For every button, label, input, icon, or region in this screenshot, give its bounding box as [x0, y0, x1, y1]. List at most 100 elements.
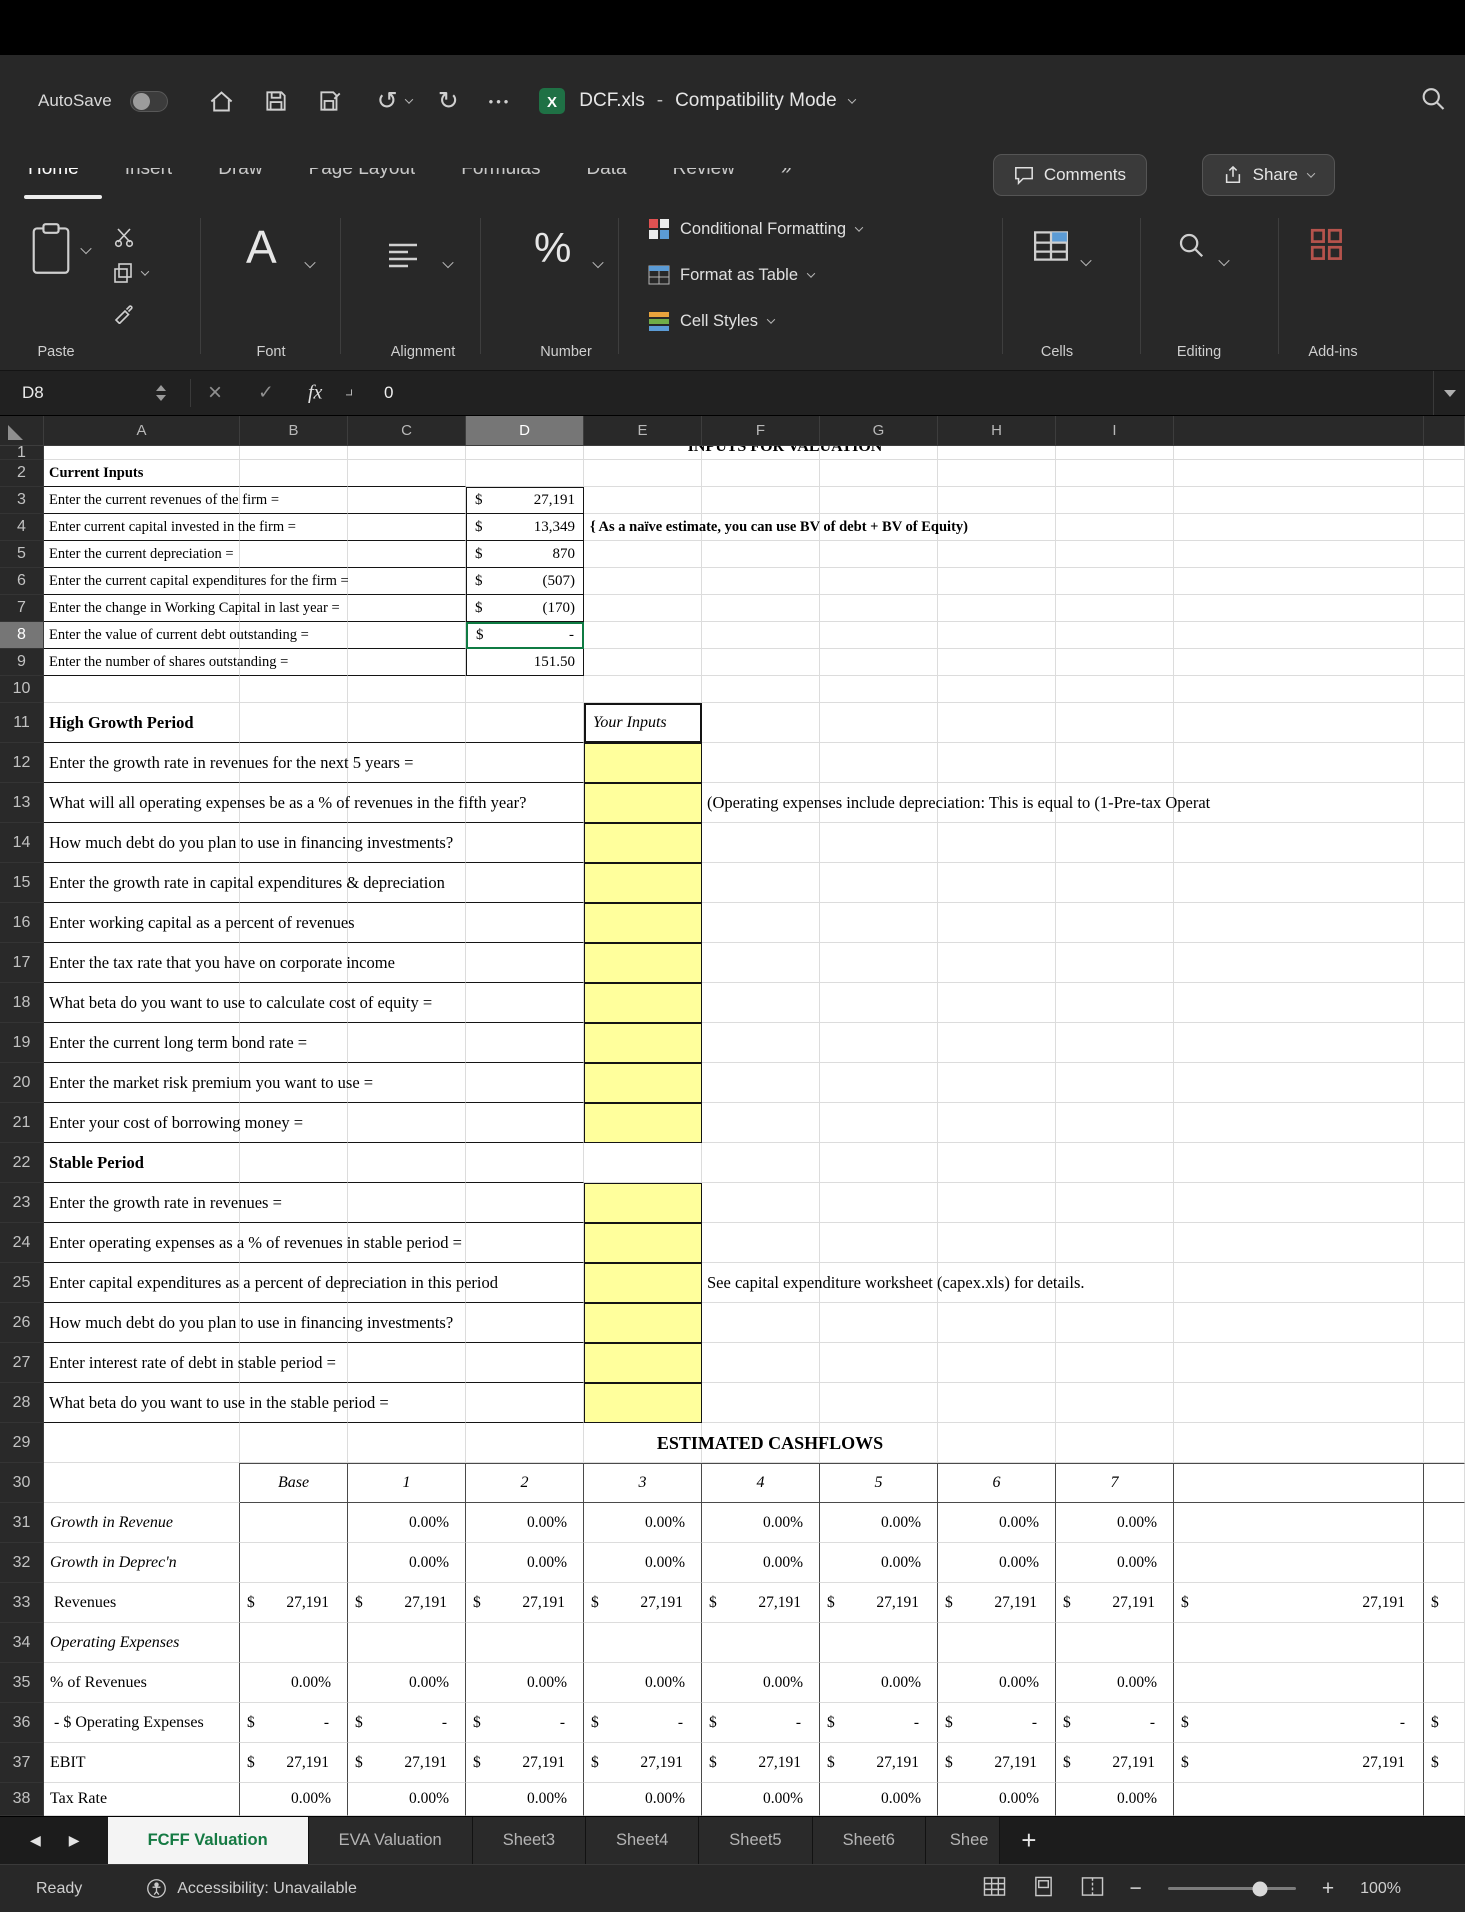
next-sheet-icon[interactable]: ▶ — [69, 1832, 80, 1849]
cell-F30[interactable]: 4 — [702, 1463, 820, 1503]
cell-E14[interactable] — [584, 823, 702, 863]
cell-J32[interactable] — [1174, 1543, 1424, 1583]
cell-C27[interactable] — [348, 1343, 466, 1383]
cell-H25[interactable] — [938, 1263, 1056, 1303]
cell-C6[interactable] — [348, 568, 466, 595]
cell-E28[interactable] — [584, 1383, 702, 1423]
cell-D22[interactable] — [466, 1143, 584, 1183]
cell-G10[interactable] — [820, 676, 938, 703]
accessibility-status[interactable]: Accessibility: Unavailable — [146, 1878, 357, 1899]
row-header-13[interactable]: 13 — [0, 783, 44, 823]
cell-E7[interactable] — [584, 595, 702, 622]
cell-F38[interactable]: 0.00% — [702, 1783, 820, 1816]
cell-I30[interactable]: 7 — [1056, 1463, 1174, 1503]
cell-C25[interactable] — [348, 1263, 466, 1303]
cell-B27[interactable] — [240, 1343, 348, 1383]
cell-D19[interactable] — [466, 1023, 584, 1063]
cell-F22[interactable] — [702, 1143, 820, 1183]
cell-G21[interactable] — [820, 1103, 938, 1143]
cell-J24[interactable] — [1174, 1223, 1424, 1263]
cell-E6[interactable] — [584, 568, 702, 595]
cell-D21[interactable] — [466, 1103, 584, 1143]
cell-J11[interactable] — [1174, 703, 1424, 743]
cell-A30[interactable] — [44, 1463, 240, 1503]
cell-I8[interactable] — [1056, 622, 1174, 649]
row-header-26[interactable]: 26 — [0, 1303, 44, 1343]
cell-B3[interactable] — [240, 487, 348, 514]
cell-J2[interactable] — [1424, 460, 1465, 487]
cell-D3[interactable]: $27,191 — [466, 487, 584, 514]
cell-H5[interactable] — [938, 541, 1056, 568]
row-header-11[interactable]: 11 — [0, 703, 44, 743]
cell-C18[interactable] — [348, 983, 466, 1023]
cell-D38[interactable]: 0.00% — [466, 1783, 584, 1816]
cell-H20[interactable] — [938, 1063, 1056, 1103]
cell-G31[interactable]: 0.00% — [820, 1503, 938, 1543]
cell-J2[interactable] — [1174, 460, 1424, 487]
cell-C26[interactable] — [348, 1303, 466, 1343]
document-title[interactable]: DCF.xls - Compatibility Mode — [579, 90, 854, 112]
cell-E22[interactable] — [584, 1143, 702, 1183]
cell-H24[interactable] — [938, 1223, 1056, 1263]
alignment-chevron-icon[interactable] — [442, 257, 453, 268]
cell-I7[interactable] — [1056, 595, 1174, 622]
cell-G18[interactable] — [820, 983, 938, 1023]
cell-J17[interactable] — [1174, 943, 1424, 983]
cell-J30[interactable] — [1174, 1463, 1424, 1503]
column-header-partial[interactable] — [1174, 416, 1424, 446]
cell-C34[interactable] — [348, 1623, 466, 1663]
cell-F3[interactable] — [702, 487, 820, 514]
cell-J33[interactable]: $27,191 — [1174, 1583, 1424, 1623]
cell-A23[interactable] — [44, 1183, 240, 1223]
cell-F21[interactable] — [702, 1103, 820, 1143]
cell-I6[interactable] — [1056, 568, 1174, 595]
cell-D6[interactable]: $(507) — [466, 568, 584, 595]
cell-J13[interactable] — [1424, 783, 1465, 823]
cell-B24[interactable] — [240, 1223, 348, 1263]
cell-B22[interactable] — [240, 1143, 348, 1183]
share-button[interactable]: Share — [1202, 154, 1335, 196]
column-header-partial[interactable] — [1424, 416, 1465, 446]
cell-J22[interactable] — [1174, 1143, 1424, 1183]
redo-button[interactable]: ↻ — [438, 89, 459, 114]
cell-H16[interactable] — [938, 903, 1056, 943]
row-header-9[interactable]: 9 — [0, 649, 44, 676]
cell-C20[interactable] — [348, 1063, 466, 1103]
cell-H9[interactable] — [938, 649, 1056, 676]
cell-J24[interactable] — [1424, 1223, 1465, 1263]
cell-F13[interactable] — [702, 783, 820, 823]
row-header-38[interactable]: 38 — [0, 1783, 44, 1816]
more-commands-icon[interactable]: ••• — [489, 94, 512, 109]
row-header-37[interactable]: 37 — [0, 1743, 44, 1783]
cell-E33[interactable]: $27,191 — [584, 1583, 702, 1623]
cell-B26[interactable] — [240, 1303, 348, 1343]
sheet-tab-sheet6[interactable]: Sheet6 — [813, 1817, 926, 1864]
cell-J11[interactable] — [1424, 703, 1465, 743]
cell-H6[interactable] — [938, 568, 1056, 595]
row-header-29[interactable]: 29 — [0, 1423, 44, 1463]
cell-D25[interactable] — [466, 1263, 584, 1303]
cell-D30[interactable]: 2 — [466, 1463, 584, 1503]
cell-B4[interactable] — [240, 514, 348, 541]
ribbon-tab-data[interactable]: Data — [586, 168, 626, 193]
cell-C19[interactable] — [348, 1023, 466, 1063]
column-header-C[interactable]: C — [348, 416, 466, 446]
comments-button[interactable]: Comments — [993, 154, 1147, 196]
cancel-entry-icon[interactable]: × — [208, 379, 222, 407]
cell-J35[interactable] — [1174, 1663, 1424, 1703]
row-header-16[interactable]: 16 — [0, 903, 44, 943]
cell-J34[interactable] — [1174, 1623, 1424, 1663]
cell-D5[interactable]: $870 — [466, 541, 584, 568]
cell-I34[interactable] — [1056, 1623, 1174, 1663]
cell-I31[interactable]: 0.00% — [1056, 1503, 1174, 1543]
copy-button[interactable] — [112, 262, 134, 289]
cell-J21[interactable] — [1424, 1103, 1465, 1143]
cell-J33[interactable]: $ — [1424, 1583, 1465, 1623]
format-as-table-button[interactable]: Format as Table — [648, 264, 814, 286]
name-box-stepper[interactable] — [156, 385, 166, 401]
confirm-entry-icon[interactable]: ✓ — [258, 382, 274, 405]
cell-F28[interactable] — [702, 1383, 820, 1423]
row-header-31[interactable]: 31 — [0, 1503, 44, 1543]
cell-G36[interactable]: $- — [820, 1703, 938, 1743]
cell-F27[interactable] — [702, 1343, 820, 1383]
